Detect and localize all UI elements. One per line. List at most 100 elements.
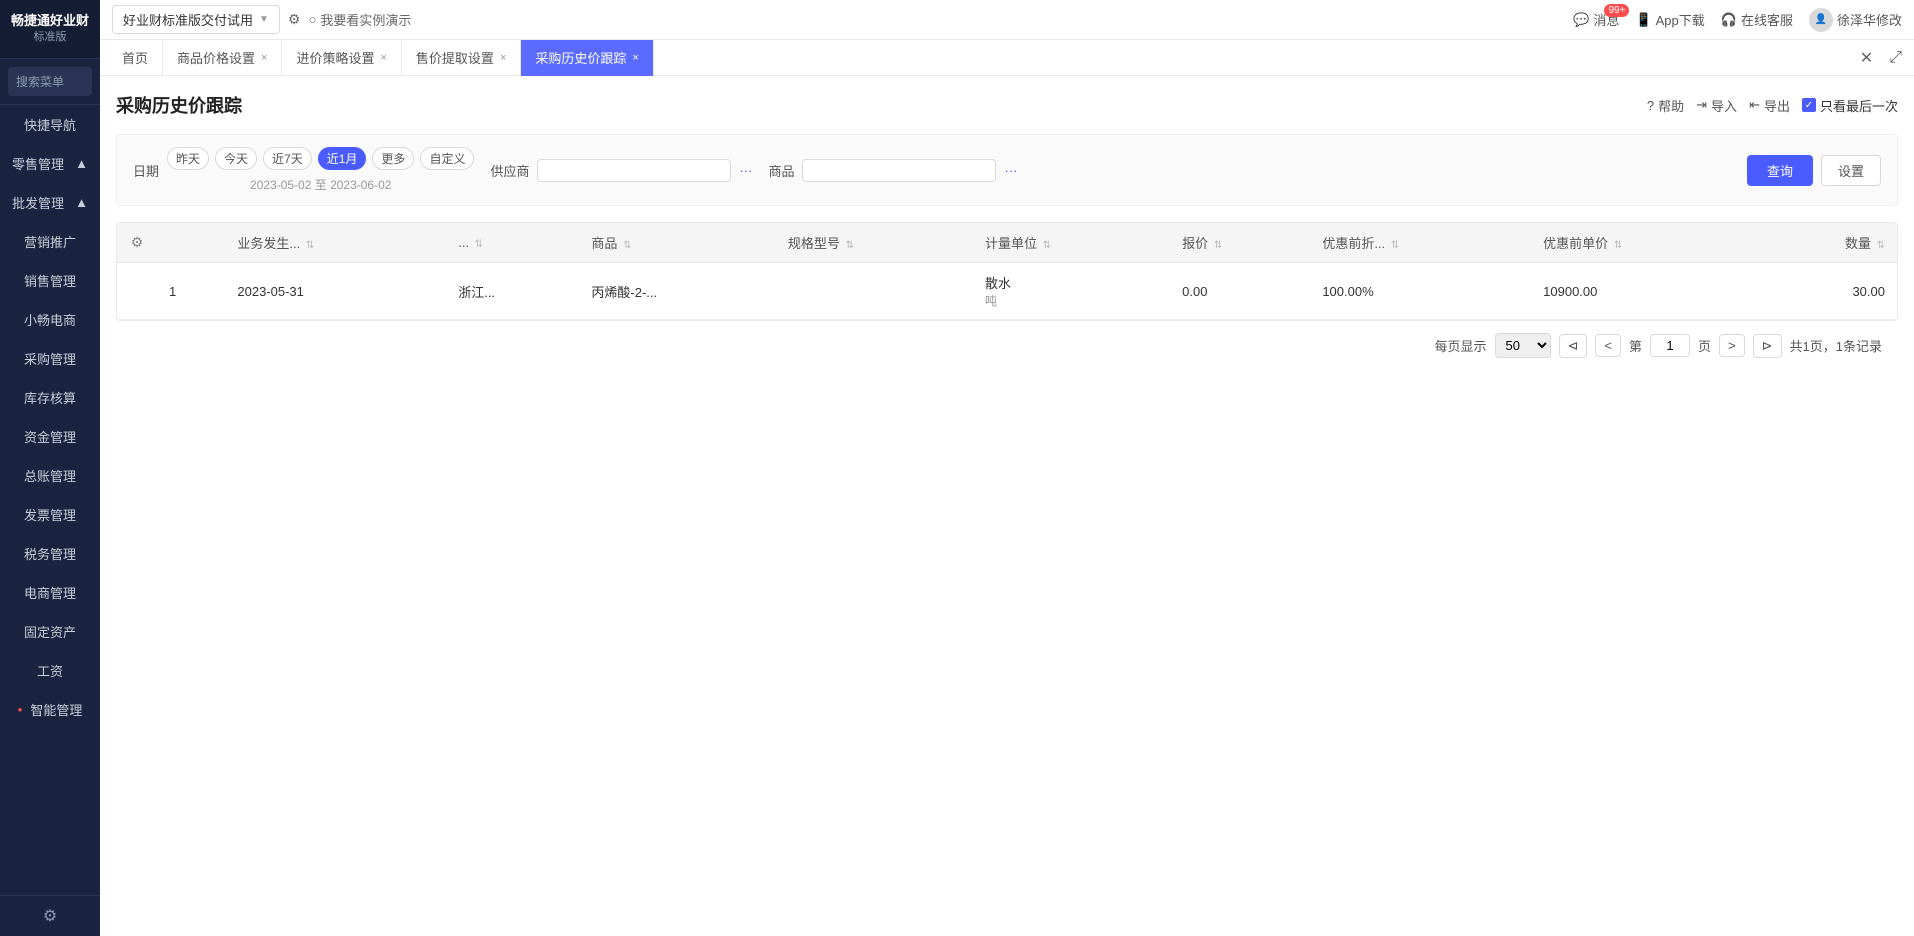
- sidebar-item-label: 快捷导航: [24, 115, 76, 134]
- date-today-btn[interactable]: 今天: [215, 147, 257, 170]
- row-quantity: 30.00: [1757, 263, 1897, 320]
- user-menu-button[interactable]: 👤 徐泽华修改: [1809, 8, 1902, 32]
- pagination: 每页显示 50 100 200 ⊲ < 第 页 > ⊳ 共1页，1条记录: [116, 321, 1898, 370]
- per-page-select[interactable]: 50 100 200: [1495, 333, 1551, 358]
- app-download-button[interactable]: 📱 App下载: [1635, 10, 1704, 29]
- help-label: 帮助: [1658, 96, 1684, 115]
- sidebar-item-assets[interactable]: 固定资产: [0, 612, 100, 651]
- sort-icon: ⇅: [846, 240, 854, 251]
- tab-purchase-history[interactable]: 采购历史价跟踪 ×: [521, 40, 653, 76]
- date-yesterday-btn[interactable]: 昨天: [167, 147, 209, 170]
- sidebar-item-label: 发票管理: [24, 505, 76, 524]
- sidebar-item-quick-nav[interactable]: 快捷导航: [0, 105, 100, 144]
- date-filter: 日期 昨天 今天 近7天 近1月 更多 自定义 2023-05-02 至 202…: [133, 147, 474, 193]
- only-last-checkbox[interactable]: ✓ 只看最后一次: [1802, 96, 1898, 115]
- sidebar-item-ledger[interactable]: 总账管理: [0, 456, 100, 495]
- query-button[interactable]: 查询: [1747, 155, 1813, 186]
- sidebar-item-tax[interactable]: 税务管理: [0, 534, 100, 573]
- col-settings: ⚙: [117, 223, 157, 263]
- col-spec-label: 规格型号: [788, 236, 840, 251]
- app-logo-title: 畅捷通好业财: [8, 12, 92, 30]
- tab-price[interactable]: 商品价格设置 ×: [163, 40, 282, 76]
- col-product[interactable]: 商品 ⇅: [579, 223, 775, 263]
- sidebar-bottom: ⚙: [0, 895, 100, 936]
- tab-sale-extract[interactable]: 售价提取设置 ×: [402, 40, 521, 76]
- online-service-button[interactable]: 🎧 在线客服: [1721, 10, 1793, 29]
- column-settings-icon[interactable]: ⚙: [131, 234, 144, 250]
- sidebar-item-marketing[interactable]: 营销推广: [0, 222, 100, 261]
- sidebar-search-button[interactable]: 搜索菜单: [8, 67, 92, 96]
- sidebar-item-smart[interactable]: ● 智能管理: [0, 690, 100, 729]
- tab-purchase-strategy[interactable]: 进价策略设置 ×: [282, 40, 401, 76]
- version-selector[interactable]: 好业财标准版交付试用 ▼: [112, 5, 280, 34]
- sidebar-item-salary[interactable]: 工资: [0, 651, 100, 690]
- col-discount[interactable]: 优惠前折... ⇅: [1310, 223, 1531, 263]
- sidebar-item-invoice[interactable]: 发票管理: [0, 495, 100, 534]
- prev-page-button[interactable]: <: [1595, 334, 1621, 357]
- sidebar-item-retail[interactable]: 零售管理 ▲: [0, 144, 100, 183]
- tab-close-icon[interactable]: ×: [261, 52, 267, 64]
- col-date[interactable]: 业务发生... ⇅: [225, 223, 446, 263]
- tabbar-expand-button[interactable]: ⤢: [1885, 45, 1906, 71]
- sort-icon: ⇅: [306, 240, 314, 251]
- first-page-button[interactable]: ⊲: [1559, 334, 1588, 358]
- import-icon: ⇥: [1696, 97, 1707, 113]
- topbar: 好业财标准版交付试用 ▼ ⚙ ○ 我要看实例演示 💬 消息 99+ 📱 App下…: [100, 0, 1914, 40]
- col-discount-label: 优惠前折...: [1322, 236, 1385, 251]
- online-service-label: 在线客服: [1741, 10, 1793, 29]
- import-button[interactable]: ⇥ 导入: [1696, 96, 1737, 115]
- sidebar-item-wholesale[interactable]: 批发管理 ▲: [0, 183, 100, 222]
- sidebar-item-label: 小畅电商: [24, 310, 76, 329]
- tab-close-icon[interactable]: ×: [632, 52, 638, 64]
- sidebar-item-label: 资金管理: [24, 427, 76, 446]
- topbar-settings-icon[interactable]: ⚙: [288, 11, 301, 28]
- message-icon: 💬: [1573, 12, 1589, 28]
- col-more[interactable]: ... ⇅: [446, 223, 579, 263]
- col-quote[interactable]: 报价 ⇅: [1170, 223, 1310, 263]
- product-input[interactable]: [811, 163, 987, 178]
- export-button[interactable]: ⇤ 导出: [1749, 96, 1790, 115]
- row-discount: 100.00%: [1310, 263, 1531, 320]
- tab-close-icon[interactable]: ×: [380, 52, 386, 64]
- settings-icon[interactable]: ⚙: [43, 908, 57, 925]
- date-last7-btn[interactable]: 近7天: [263, 147, 312, 170]
- sidebar-item-finance[interactable]: 资金管理: [0, 417, 100, 456]
- sidebar-item-purchase[interactable]: 采购管理: [0, 339, 100, 378]
- product-filter: 商品 ···: [768, 159, 1017, 182]
- settings-button[interactable]: 设置: [1821, 155, 1881, 186]
- col-quantity[interactable]: 数量 ⇅: [1757, 223, 1897, 263]
- sidebar-item-label: 智能管理: [30, 700, 82, 719]
- demo-icon: ○: [308, 12, 316, 27]
- topbar-right: 💬 消息 99+ 📱 App下载 🎧 在线客服 👤 徐泽华修改: [1573, 8, 1902, 32]
- import-label: 导入: [1711, 96, 1737, 115]
- tab-home[interactable]: 首页: [108, 40, 163, 76]
- date-custom-btn[interactable]: 自定义: [420, 147, 474, 170]
- messages-button[interactable]: 💬 消息 99+: [1573, 10, 1619, 29]
- tab-close-icon[interactable]: ×: [500, 52, 506, 64]
- col-unit[interactable]: 计量单位 ⇅: [973, 223, 1170, 263]
- user-label: 徐泽华修改: [1837, 10, 1902, 29]
- tabbar-close-button[interactable]: ✕: [1856, 44, 1877, 72]
- sidebar-item-sales[interactable]: 销售管理: [0, 261, 100, 300]
- demo-button[interactable]: ○ 我要看实例演示: [308, 10, 411, 29]
- date-last1m-btn[interactable]: 近1月: [318, 147, 367, 170]
- sidebar-item-inventory[interactable]: 库存核算: [0, 378, 100, 417]
- col-product-label: 商品: [591, 236, 617, 251]
- product-label: 商品: [768, 161, 794, 180]
- product-more-btn[interactable]: ···: [1004, 163, 1017, 178]
- next-page-button[interactable]: >: [1719, 334, 1745, 357]
- col-before-price[interactable]: 优惠前单价 ⇅: [1531, 223, 1757, 263]
- sort-icon: ⇅: [1214, 240, 1222, 251]
- help-button[interactable]: ? 帮助: [1647, 96, 1684, 115]
- page-number-input[interactable]: [1650, 334, 1690, 357]
- date-more-btn[interactable]: 更多: [372, 147, 414, 170]
- sidebar-item-label: 库存核算: [24, 388, 76, 407]
- date-range-display: 2023-05-02 至 2023-06-02: [250, 176, 391, 193]
- supplier-more-btn[interactable]: ···: [739, 163, 752, 178]
- sidebar-item-ecommerce-small[interactable]: 小畅电商: [0, 300, 100, 339]
- col-spec[interactable]: 规格型号 ⇅: [776, 223, 973, 263]
- sidebar-item-ecommerce[interactable]: 电商管理: [0, 573, 100, 612]
- sort-icon: ⇅: [1043, 240, 1051, 251]
- last-page-button[interactable]: ⊳: [1753, 334, 1782, 358]
- supplier-input[interactable]: [546, 163, 722, 178]
